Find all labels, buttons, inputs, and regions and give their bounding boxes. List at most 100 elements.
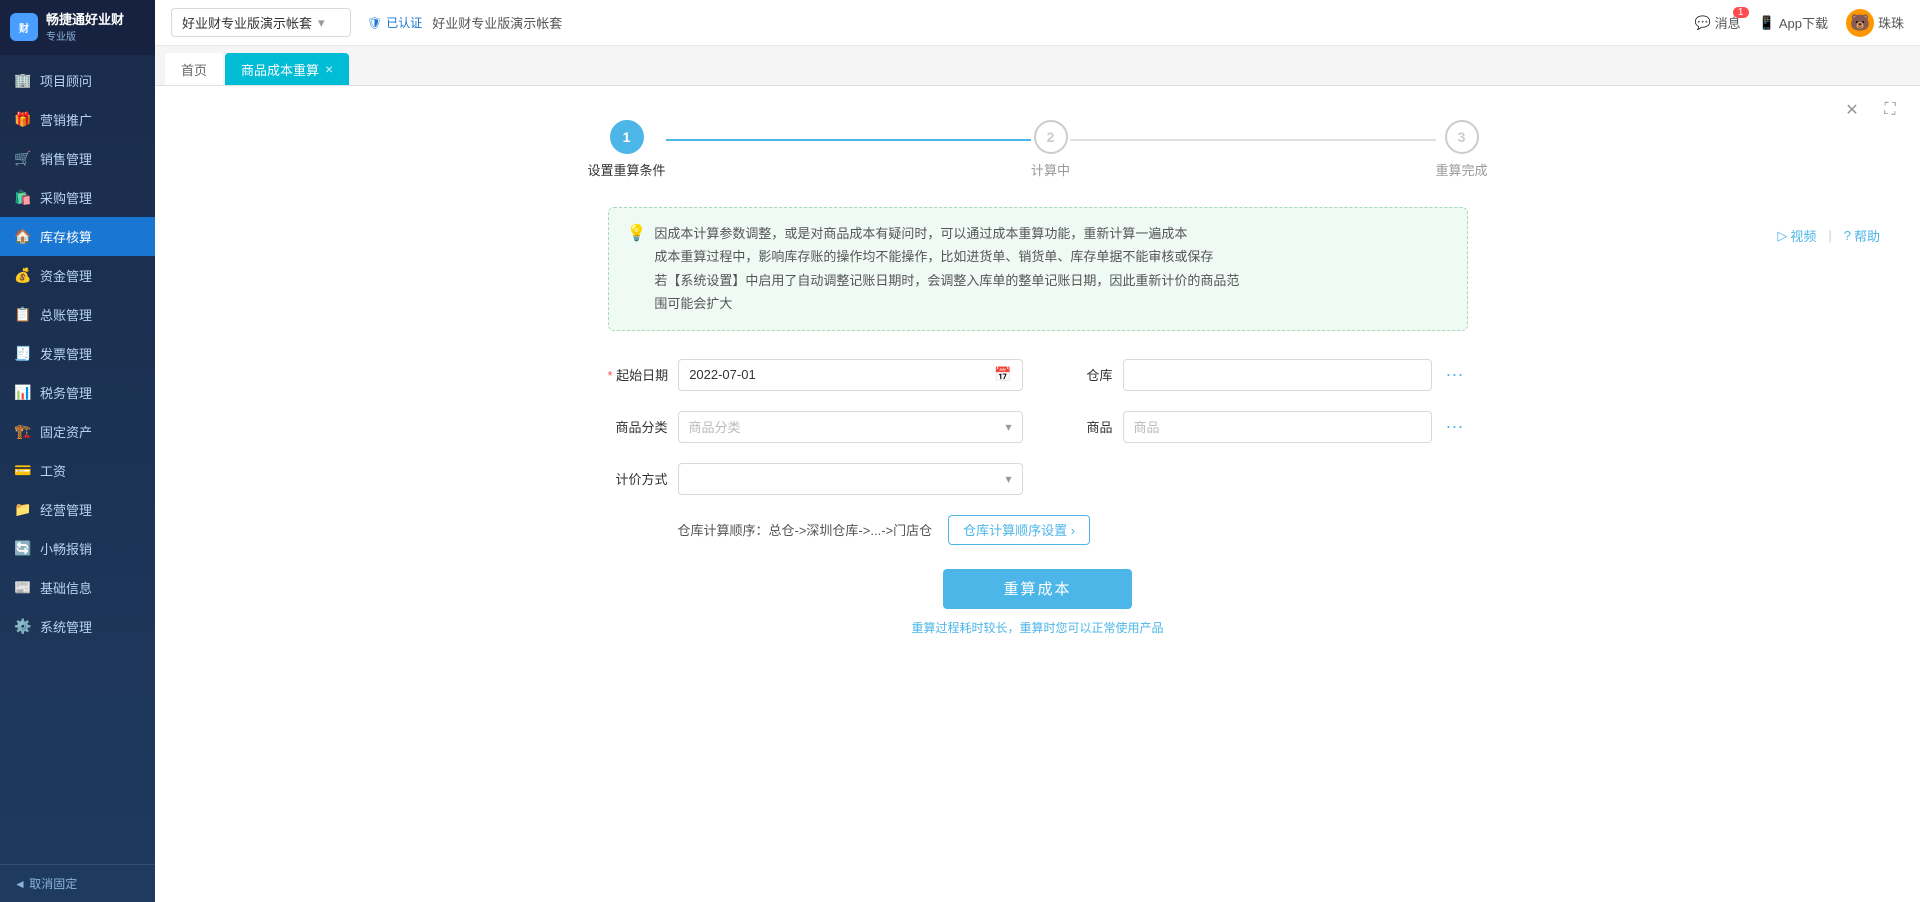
step-1: 1 设置重算条件 xyxy=(588,120,666,179)
sidebar-label-basic: 基础信息 xyxy=(40,578,92,597)
app-download-label: App下载 xyxy=(1779,13,1828,32)
sidebar-icon-project: 🏢 xyxy=(14,71,32,89)
tab-close-icon[interactable]: × xyxy=(325,61,333,77)
messages-badge: 1 xyxy=(1733,7,1749,18)
sidebar-item-inventory[interactable]: 🏠 库存核算 xyxy=(0,217,155,256)
dropdown-icon: ▾ xyxy=(318,15,325,31)
cancel-fixed-label: ◄ 取消固定 xyxy=(14,875,77,892)
info-line2: 成本重算过程中，影响库存账的操作均不能操作，比如进货单、销货单、库存单据不能审核… xyxy=(654,245,1239,268)
pricing-select[interactable]: ▾ xyxy=(678,463,1023,495)
sidebar-label-accounting: 总账管理 xyxy=(40,305,92,324)
sidebar-item-salary[interactable]: 💳 工资 xyxy=(0,451,155,490)
sidebar-item-expense[interactable]: 🔄 小畅报销 xyxy=(0,529,155,568)
sidebar: 财 畅捷通好业财 专业版 🏢 项目顾问 🎁 营销推广 🛒 销售管理 🛍️ 采购管… xyxy=(0,0,155,902)
help-link[interactable]: ? 帮助 xyxy=(1844,226,1880,245)
help-links: ▷ 视频 | ? 帮助 xyxy=(1777,226,1880,245)
pricing-dropdown-icon: ▾ xyxy=(1005,472,1011,486)
sidebar-label-finance: 资金管理 xyxy=(40,266,92,285)
step-3-label: 重算完成 xyxy=(1436,160,1488,179)
help-icon: ? xyxy=(1844,228,1851,243)
product-label: 商品 xyxy=(1053,417,1113,436)
phone-icon: 📱 xyxy=(1759,15,1775,31)
warehouse-order-row: 仓库计算顺序：总仓->深圳仓库->...->门店仓 仓库计算顺序设置 › xyxy=(608,515,1468,545)
tab-recalc[interactable]: 商品成本重算 × xyxy=(225,53,349,85)
sidebar-item-finance[interactable]: 💰 资金管理 xyxy=(0,256,155,295)
stepper: 1 设置重算条件 2 计算中 3 重算完成 xyxy=(588,120,1488,179)
step-3: 3 重算完成 xyxy=(1436,120,1488,179)
sidebar-icon-basic: 📰 xyxy=(14,578,32,596)
form-row-3: 计价方式 ▾ xyxy=(608,463,1468,495)
warehouse-order-settings-button[interactable]: 仓库计算顺序设置 › xyxy=(948,515,1090,545)
category-dropdown-icon: ▾ xyxy=(1005,420,1011,434)
step-2: 2 计算中 xyxy=(1031,120,1070,179)
sidebar-label-invoice: 发票管理 xyxy=(40,344,92,363)
info-text: 因成本计算参数调整，或是对商品成本有疑问时，可以通过成本重算功能，重新计算一遍成… xyxy=(654,222,1239,316)
app-edition: 专业版 xyxy=(46,28,124,43)
sidebar-item-marketing[interactable]: 🎁 营销推广 xyxy=(0,100,155,139)
sidebar-icon-inventory: 🏠 xyxy=(14,227,32,245)
sidebar-nav: 🏢 项目顾问 🎁 营销推广 🛒 销售管理 🛍️ 采购管理 🏠 库存核算 💰 资金… xyxy=(0,55,155,864)
app-download-button[interactable]: 📱 App下载 xyxy=(1759,13,1828,32)
step-3-circle: 3 xyxy=(1445,120,1479,154)
sidebar-cancel-fixed[interactable]: ◄ 取消固定 xyxy=(0,864,155,902)
sidebar-icon-marketing: 🎁 xyxy=(14,110,32,128)
video-label: 视频 xyxy=(1790,226,1816,245)
info-line1: 因成本计算参数调整，或是对商品成本有疑问时，可以通过成本重算功能，重新计算一遍成… xyxy=(654,222,1239,245)
step-line-2 xyxy=(1070,139,1435,141)
recalc-hint-text: 重算过程耗时较长，重算时您可以正常使用产品 xyxy=(608,619,1468,636)
sidebar-item-project[interactable]: 🏢 项目顾问 xyxy=(0,61,155,100)
product-input[interactable]: 商品 xyxy=(1123,411,1432,443)
video-link[interactable]: ▷ 视频 xyxy=(1777,226,1816,245)
sidebar-icon-salary: 💳 xyxy=(14,461,32,479)
close-window-button[interactable]: ✕ xyxy=(1838,96,1866,124)
sidebar-item-invoice[interactable]: 🧾 发票管理 xyxy=(0,334,155,373)
sidebar-item-business[interactable]: 📁 经营管理 xyxy=(0,490,155,529)
recalc-button-area: 重算成本 重算过程耗时较长，重算时您可以正常使用产品 xyxy=(608,569,1468,636)
start-date-input[interactable]: 2022-07-01 📅 xyxy=(678,359,1022,391)
sidebar-item-accounting[interactable]: 📋 总账管理 xyxy=(0,295,155,334)
step-1-circle: 1 xyxy=(610,120,644,154)
main-area: 好业财专业版演示帐套 ▾ 🛡 已认证 好业财专业版演示帐套 💬 消息 1 📱 A… xyxy=(155,0,1920,902)
account-selector[interactable]: 好业财专业版演示帐套 ▾ xyxy=(171,8,351,37)
sidebar-item-tax[interactable]: 📊 税务管理 xyxy=(0,373,155,412)
info-box: 💡 因成本计算参数调整，或是对商品成本有疑问时，可以通过成本重算功能，重新计算一… xyxy=(608,207,1468,331)
sidebar-label-marketing: 营销推广 xyxy=(40,110,92,129)
sidebar-icon-business: 📁 xyxy=(14,500,32,518)
expand-window-button[interactable]: ⛶ xyxy=(1876,96,1904,124)
sidebar-item-asset[interactable]: 🏗️ 固定资产 xyxy=(0,412,155,451)
tab-home[interactable]: 首页 xyxy=(165,53,223,85)
content-area: ✕ ⛶ 1 设置重算条件 2 计算中 3 xyxy=(155,86,1920,902)
user-menu[interactable]: 🐻 珠珠 xyxy=(1846,9,1904,37)
sidebar-label-business: 经营管理 xyxy=(40,500,92,519)
play-icon: ▷ xyxy=(1777,228,1787,244)
sidebar-item-system[interactable]: ⚙️ 系统管理 xyxy=(0,607,155,646)
sidebar-label-salary: 工资 xyxy=(40,461,66,480)
sidebar-item-sales[interactable]: 🛒 销售管理 xyxy=(0,139,155,178)
step-2-label: 计算中 xyxy=(1031,160,1070,179)
app-name: 畅捷通好业财 xyxy=(46,12,124,28)
warehouse-more-button[interactable]: ··· xyxy=(1442,364,1468,385)
sidebar-icon-accounting: 📋 xyxy=(14,305,32,323)
sidebar-item-purchase[interactable]: 🛍️ 采购管理 xyxy=(0,178,155,217)
help-divider: | xyxy=(1828,228,1831,243)
calendar-icon[interactable]: 📅 xyxy=(994,366,1011,383)
category-select[interactable]: 商品分类 ▾ xyxy=(678,411,1023,443)
sidebar-label-asset: 固定资产 xyxy=(40,422,92,441)
messages-button[interactable]: 💬 消息 1 xyxy=(1694,13,1740,32)
sidebar-icon-sales: 🛒 xyxy=(14,149,32,167)
product-more-button[interactable]: ··· xyxy=(1442,416,1468,437)
warehouse-label: 仓库 xyxy=(1053,365,1113,384)
sidebar-item-basic[interactable]: 📰 基础信息 xyxy=(0,568,155,607)
recalc-button[interactable]: 重算成本 xyxy=(943,569,1131,609)
warehouse-input[interactable] xyxy=(1123,359,1432,391)
category-placeholder: 商品分类 xyxy=(689,417,1000,436)
warehouse-field: 仓库 ··· xyxy=(1053,359,1468,391)
verified-text: 已认证 xyxy=(386,14,422,31)
message-icon: 💬 xyxy=(1694,15,1710,31)
pricing-field: 计价方式 ▾ xyxy=(608,463,1023,495)
step-2-num: 2 xyxy=(1047,129,1055,145)
step-3-num: 3 xyxy=(1458,129,1466,145)
category-label: 商品分类 xyxy=(608,417,668,436)
step-1-num: 1 xyxy=(623,129,631,145)
sidebar-label-expense: 小畅报销 xyxy=(40,539,92,558)
